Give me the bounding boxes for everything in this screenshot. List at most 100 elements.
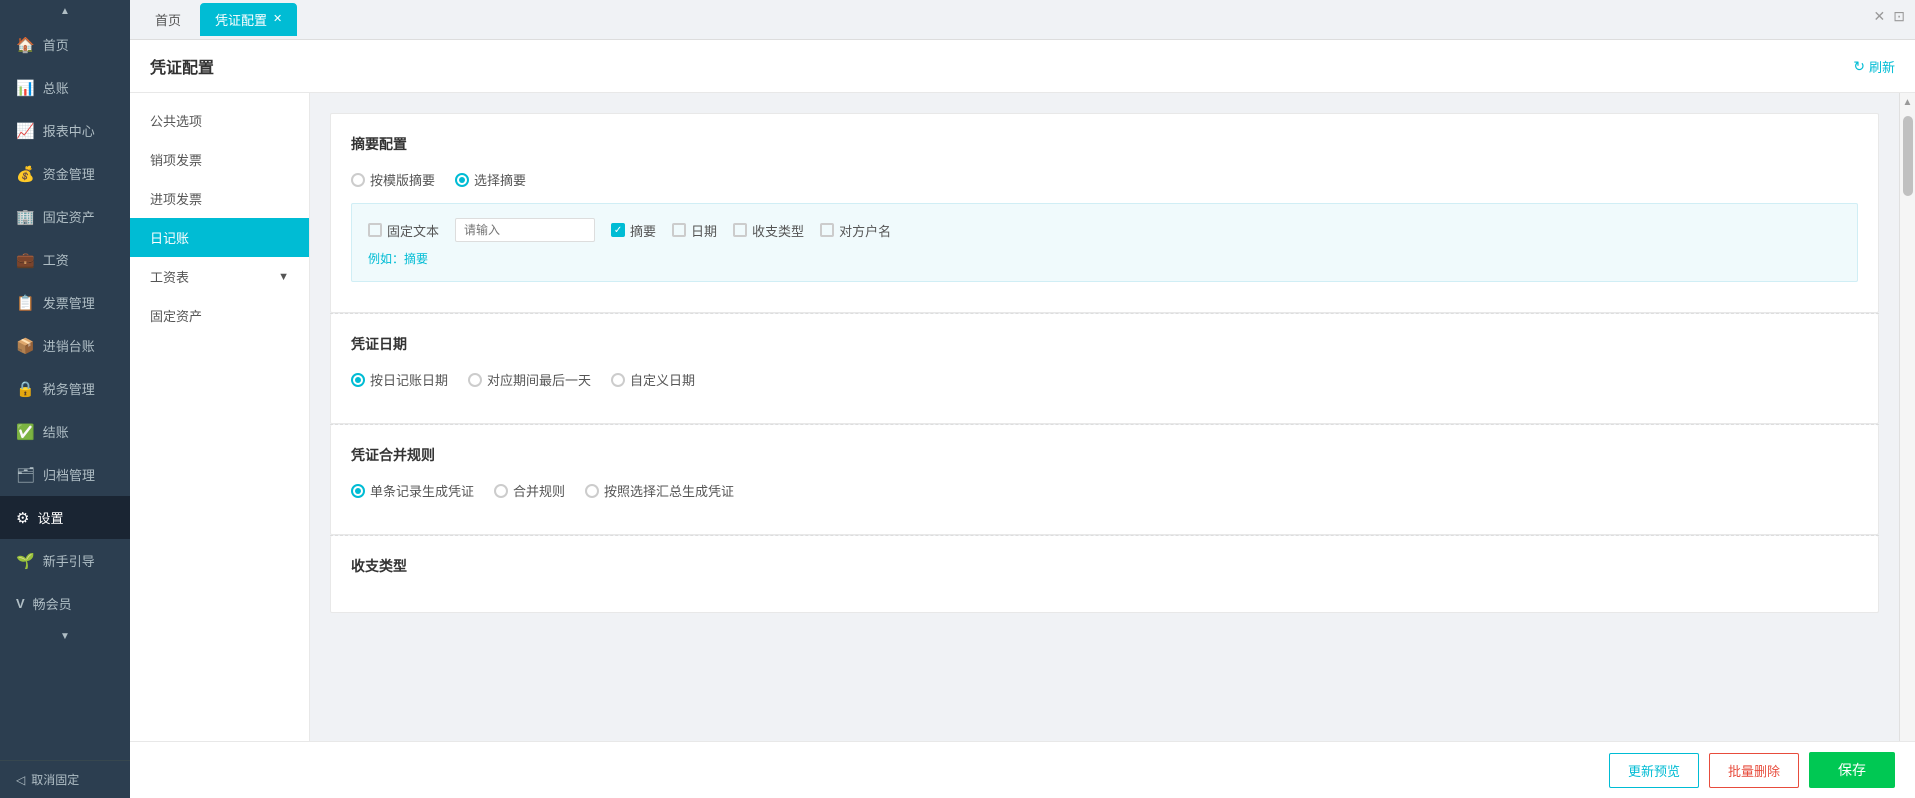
summary-config-section: 摘要配置 按模版摘要 选择摘要 bbox=[330, 113, 1879, 313]
salary-icon: 💼 bbox=[16, 251, 35, 269]
income-expense-content: 收支类型 bbox=[331, 536, 1878, 612]
radio-select[interactable]: 选择摘要 bbox=[455, 170, 526, 189]
example-text: 例如：摘要 bbox=[368, 250, 1841, 267]
checkbox-account-name[interactable]: 对方户名 bbox=[820, 221, 891, 240]
tab-bar: 首页 凭证配置 ✕ ✕ ⊡ bbox=[130, 0, 1915, 40]
sidebar-item-archive[interactable]: 🗂 归档管理 bbox=[0, 453, 130, 496]
checkbox-account-name-indicator bbox=[820, 223, 834, 237]
radio-period-last[interactable]: 对应期间最后一天 bbox=[468, 370, 591, 389]
voucher-date-radio-group: 按日记账日期 对应期间最后一天 自定义日期 bbox=[351, 370, 1858, 389]
summary-options-inner: 固定文本 ✓ 摘要 日期 bbox=[368, 218, 1841, 242]
scrollbar[interactable]: ▲ ▼ bbox=[1899, 93, 1915, 798]
unpin-icon: ◁ bbox=[16, 773, 25, 787]
sidebar: ▲ 🏠 首页 📊 总账 📈 报表中心 💰 资金管理 🏢 固定资产 💼 工资 📋 … bbox=[0, 0, 130, 798]
checkbox-summary-indicator: ✓ bbox=[611, 223, 625, 237]
scroll-thumb[interactable] bbox=[1903, 116, 1913, 196]
radio-journal-date-indicator bbox=[351, 373, 365, 387]
merge-rule-section: 凭证合并规则 单条记录生成凭证 合并规则 按照选择汇总生成凭证 bbox=[330, 425, 1879, 535]
left-nav-fixed[interactable]: 固定资产 bbox=[130, 296, 309, 335]
archive-icon: 🗂 bbox=[16, 466, 35, 484]
voucher-date-content: 凭证日期 按日记账日期 对应期间最后一天 自定义日期 bbox=[331, 314, 1878, 423]
sidebar-item-salary[interactable]: 💼 工资 bbox=[0, 238, 130, 281]
page-header: 凭证配置 ↻ 刷新 bbox=[130, 40, 1915, 93]
income-expense-section: 收支类型 bbox=[330, 536, 1879, 613]
left-nav-journal[interactable]: 日记账 bbox=[130, 218, 309, 257]
ledger-icon: 📊 bbox=[16, 79, 35, 97]
scroll-up-arrow[interactable]: ▲ bbox=[1899, 93, 1915, 112]
home-icon: 🏠 bbox=[16, 36, 35, 54]
update-preview-button[interactable]: 更新预览 bbox=[1609, 753, 1699, 788]
sidebar-item-checkout[interactable]: ✅ 结账 bbox=[0, 410, 130, 453]
batch-delete-button[interactable]: 批量删除 bbox=[1709, 753, 1799, 788]
radio-period-last-indicator bbox=[468, 373, 482, 387]
merge-rule-radio-group: 单条记录生成凭证 合并规则 按照选择汇总生成凭证 bbox=[351, 481, 1858, 500]
tab-close-button[interactable]: ✕ bbox=[273, 14, 282, 25]
invoice-icon: 📋 bbox=[16, 294, 35, 312]
radio-summary-gen-indicator bbox=[585, 484, 599, 498]
refresh-button[interactable]: ↻ 刷新 bbox=[1853, 57, 1895, 76]
summary-config-title: 摘要配置 bbox=[351, 134, 1858, 154]
sidebar-scroll-up[interactable]: ▲ bbox=[0, 0, 130, 23]
sidebar-item-settings[interactable]: ⚙ 设置 bbox=[0, 496, 130, 539]
tab-home[interactable]: 首页 bbox=[140, 3, 196, 36]
left-nav: 公共选项 销项发票 进项发票 日记账 工资表 ▼ 固定资产 bbox=[130, 93, 310, 798]
assets-icon: 🏢 bbox=[16, 208, 35, 226]
right-content: 摘要配置 按模版摘要 选择摘要 bbox=[310, 93, 1899, 798]
checkbox-io-type-indicator bbox=[733, 223, 747, 237]
checkbox-fixed-text[interactable]: 固定文本 bbox=[368, 221, 439, 240]
summary-options-row: 固定文本 ✓ 摘要 日期 bbox=[351, 203, 1858, 282]
main-area: 首页 凭证配置 ✕ ✕ ⊡ 凭证配置 ↻ 刷新 公共选项 销项发票 bbox=[130, 0, 1915, 798]
sidebar-item-funds[interactable]: 💰 资金管理 bbox=[0, 152, 130, 195]
radio-custom-date[interactable]: 自定义日期 bbox=[611, 370, 695, 389]
checkout-icon: ✅ bbox=[16, 423, 35, 441]
radio-template[interactable]: 按模版摘要 bbox=[351, 170, 435, 189]
window-maximize-button[interactable]: ⊡ bbox=[1893, 8, 1905, 25]
radio-journal-date[interactable]: 按日记账日期 bbox=[351, 370, 448, 389]
page-title: 凭证配置 bbox=[150, 54, 214, 78]
checkbox-date-indicator bbox=[672, 223, 686, 237]
income-expense-title: 收支类型 bbox=[351, 556, 1858, 576]
window-close-button[interactable]: ✕ bbox=[1874, 8, 1886, 25]
radio-single[interactable]: 单条记录生成凭证 bbox=[351, 481, 474, 500]
radio-select-indicator bbox=[455, 173, 469, 187]
refresh-icon: ↻ bbox=[1853, 58, 1865, 75]
funds-icon: 💰 bbox=[16, 165, 35, 183]
sidebar-item-vip[interactable]: V 畅会员 bbox=[0, 582, 130, 625]
sidebar-item-home[interactable]: 🏠 首页 bbox=[0, 23, 130, 66]
merge-rule-title: 凭证合并规则 bbox=[351, 445, 1858, 465]
fixed-text-input[interactable] bbox=[455, 218, 595, 242]
checkbox-date[interactable]: 日期 bbox=[672, 221, 717, 240]
content-area: 公共选项 销项发票 进项发票 日记账 工资表 ▼ 固定资产 bbox=[130, 93, 1915, 798]
radio-merge[interactable]: 合并规则 bbox=[494, 481, 565, 500]
left-nav-purchase[interactable]: 进项发票 bbox=[130, 179, 309, 218]
sidebar-item-ledger[interactable]: 📊 总账 bbox=[0, 66, 130, 109]
sidebar-item-invoice[interactable]: 📋 发票管理 bbox=[0, 281, 130, 324]
summary-config-content: 摘要配置 按模版摘要 选择摘要 bbox=[331, 114, 1878, 312]
tab-voucher[interactable]: 凭证配置 ✕ bbox=[200, 3, 297, 36]
merge-rule-content: 凭证合并规则 单条记录生成凭证 合并规则 按照选择汇总生成凭证 bbox=[331, 425, 1878, 534]
chevron-down-icon: ▼ bbox=[278, 271, 289, 283]
sidebar-item-trade[interactable]: 📦 进销台账 bbox=[0, 324, 130, 367]
sidebar-item-guide[interactable]: 🌱 新手引导 bbox=[0, 539, 130, 582]
left-nav-public[interactable]: 公共选项 bbox=[130, 101, 309, 140]
voucher-date-section: 凭证日期 按日记账日期 对应期间最后一天 自定义日期 bbox=[330, 314, 1879, 424]
left-nav-sales[interactable]: 销项发票 bbox=[130, 140, 309, 179]
checkbox-summary[interactable]: ✓ 摘要 bbox=[611, 221, 656, 240]
sidebar-item-assets[interactable]: 🏢 固定资产 bbox=[0, 195, 130, 238]
settings-icon: ⚙ bbox=[16, 509, 29, 527]
radio-custom-date-indicator bbox=[611, 373, 625, 387]
sidebar-unpin[interactable]: ◁ 取消固定 bbox=[0, 760, 130, 798]
radio-summary-gen[interactable]: 按照选择汇总生成凭证 bbox=[585, 481, 734, 500]
sidebar-scroll-down[interactable]: ▼ bbox=[0, 625, 130, 648]
sidebar-item-tax[interactable]: 🔒 税务管理 bbox=[0, 367, 130, 410]
sidebar-item-reports[interactable]: 📈 报表中心 bbox=[0, 109, 130, 152]
reports-icon: 📈 bbox=[16, 122, 35, 140]
save-button[interactable]: 保存 bbox=[1809, 752, 1895, 788]
radio-template-indicator bbox=[351, 173, 365, 187]
vip-icon: V bbox=[16, 596, 25, 611]
left-nav-payroll[interactable]: 工资表 ▼ bbox=[130, 257, 309, 296]
trade-icon: 📦 bbox=[16, 337, 35, 355]
radio-single-indicator bbox=[351, 484, 365, 498]
tax-icon: 🔒 bbox=[16, 380, 35, 398]
checkbox-io-type[interactable]: 收支类型 bbox=[733, 221, 804, 240]
